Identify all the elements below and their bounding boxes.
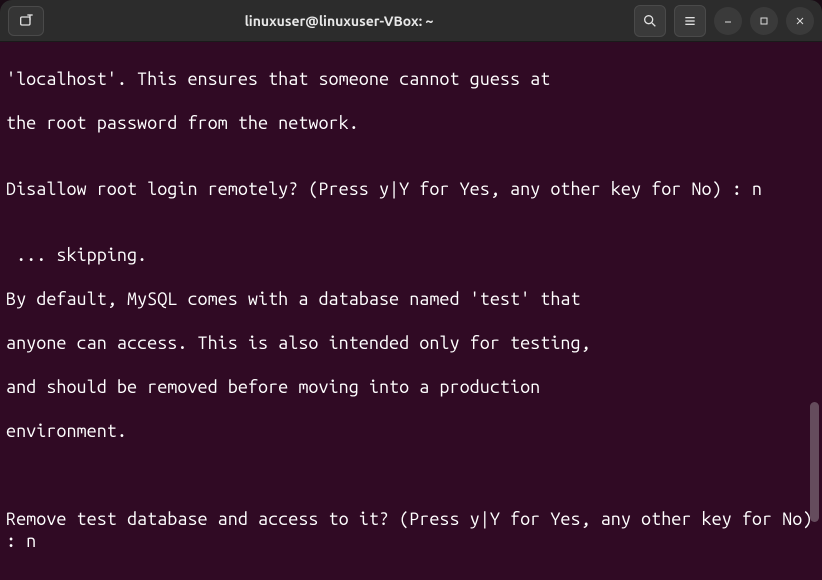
maximize-icon [758, 15, 770, 27]
close-button[interactable] [786, 7, 814, 35]
terminal-line: Disallow root login remotely? (Press y|Y… [6, 178, 816, 200]
search-icon [642, 13, 658, 29]
titlebar: linuxuser@linuxuser-VBox: ~ [0, 0, 822, 42]
window-title: linuxuser@linuxuser-VBox: ~ [44, 13, 634, 29]
new-tab-button[interactable] [8, 6, 44, 36]
hamburger-icon [682, 13, 698, 29]
maximize-button[interactable] [750, 7, 778, 35]
close-icon [794, 15, 806, 27]
menu-button[interactable] [674, 5, 706, 37]
minimize-icon [722, 15, 734, 27]
new-tab-icon [18, 13, 34, 29]
terminal-line: the root password from the network. [6, 112, 816, 134]
terminal-line: By default, MySQL comes with a database … [6, 288, 816, 310]
search-button[interactable] [634, 5, 666, 37]
minimize-button[interactable] [714, 7, 742, 35]
terminal-line: and should be removed before moving into… [6, 376, 816, 398]
terminal-line: anyone can access. This is also intended… [6, 332, 816, 354]
terminal-viewport[interactable]: 'localhost'. This ensures that someone c… [0, 42, 822, 580]
terminal-line: 'localhost'. This ensures that someone c… [6, 68, 816, 90]
scrollbar-thumb[interactable] [810, 402, 819, 522]
terminal-line: environment. [6, 420, 816, 442]
terminal-line: Remove test database and access to it? (… [6, 508, 816, 552]
terminal-line: ... skipping. [6, 244, 816, 266]
